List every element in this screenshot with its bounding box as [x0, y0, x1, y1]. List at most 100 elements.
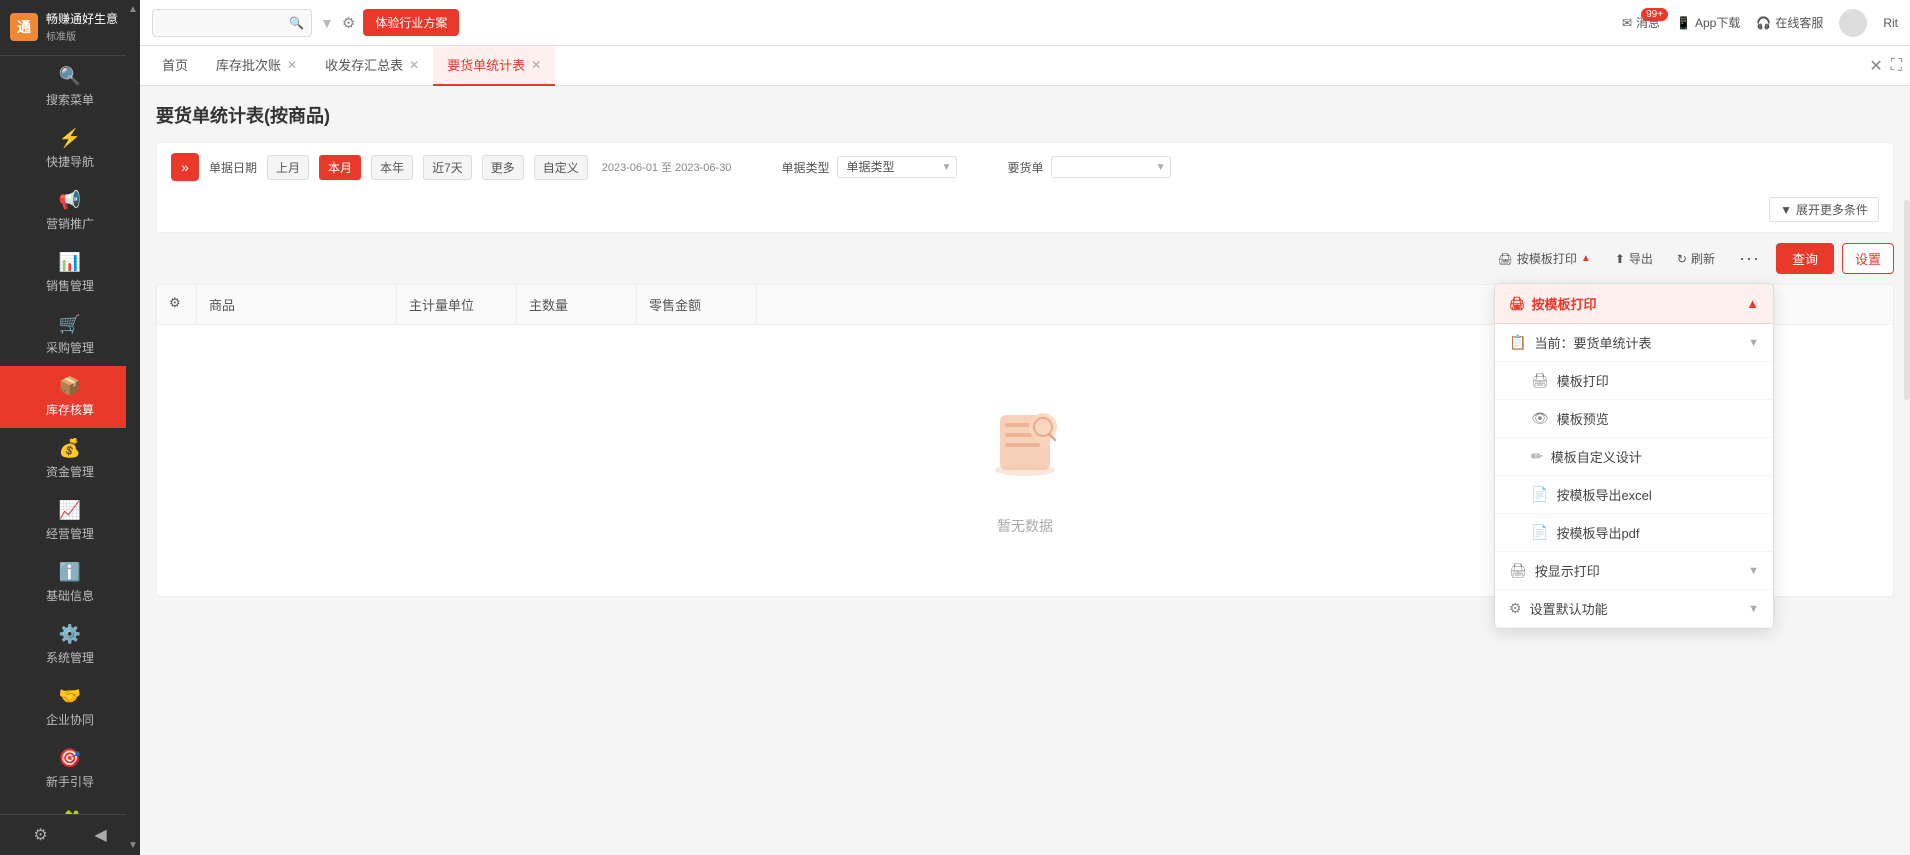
tabs-right: ✕ ⛶ — [1869, 56, 1902, 76]
dropdown-current-template[interactable]: 📋 当前：要货单统计表 ▼ — [1495, 324, 1773, 362]
th-goods: 商品 — [197, 285, 397, 324]
sidebar-item-system[interactable]: ⚙️ 系统管理 — [0, 614, 140, 676]
date-filter-label: 单据日期 — [209, 159, 257, 176]
sidebar-nav: 🔍 搜索菜单 ⚡ 快捷导航 📢 营销推广 📊 销售管理 🛒 采购管理 📦 库存核… — [0, 56, 140, 814]
th-amount: 零售金额 — [637, 285, 757, 324]
sidebar-item-label: 企业协同 — [46, 711, 94, 728]
logo-text: 畅赚通好生意 标准版 — [46, 12, 118, 43]
topbar-dropdown-icon[interactable]: ▼ — [320, 15, 334, 31]
date-7days-btn[interactable]: 近7天 — [423, 155, 472, 180]
dropdown-printer-icon: 🖨 — [1509, 296, 1526, 312]
current-chevron-icon: ▼ — [1748, 337, 1759, 349]
sidebar-item-operation[interactable]: 📈 经营管理 — [0, 490, 140, 552]
maximize-icon[interactable]: ⛶ — [1891, 57, 1902, 75]
tab-receipt-close[interactable]: ✕ — [409, 58, 419, 72]
sidebar-item-label: 搜索菜单 — [46, 91, 94, 108]
display-print-left: 🖨 按显示打印 — [1509, 561, 1600, 580]
printer-icon: 🖨 — [1498, 252, 1513, 266]
search-icon: 🔍 — [59, 66, 81, 87]
app-download-button[interactable]: 📱 App下载 — [1676, 14, 1740, 31]
tab-home[interactable]: 首页 — [148, 46, 202, 86]
date-range-text: 2023-06-01 至 2023-06-30 — [602, 159, 732, 175]
sidebar-item-marketing[interactable]: 📢 营销推广 — [0, 180, 140, 242]
dropdown-template-excel[interactable]: 📄 按模板导出excel — [1495, 476, 1773, 514]
message-button[interactable]: ✉ 消息 99+ — [1622, 14, 1660, 31]
scrollbar[interactable] — [1904, 200, 1910, 400]
dropdown-default-func[interactable]: ⚙ 设置默认功能 ▼ — [1495, 590, 1773, 628]
dropdown-template-custom[interactable]: ✏ 模板自定义设计 — [1495, 438, 1773, 476]
th-quantity: 主数量 — [517, 285, 637, 324]
template-custom-icon: ✏ — [1531, 448, 1543, 465]
collapse-icon[interactable]: ◀ — [94, 825, 106, 845]
expand-icon: ▼ — [1780, 203, 1792, 217]
gear-icon[interactable]: ⚙ — [342, 14, 355, 32]
tab-order-close[interactable]: ✕ — [531, 58, 541, 72]
tab-order-stats[interactable]: 要货单统计表 ✕ — [433, 46, 555, 86]
headset-icon: 🎧 — [1756, 16, 1771, 30]
dropdown-template-pdf[interactable]: 📄 按模板导出pdf — [1495, 514, 1773, 552]
th-settings: ⚙ — [157, 285, 197, 324]
tab-receipt-label: 收发存汇总表 — [325, 55, 403, 74]
dropdown-template-print[interactable]: 🖨 模板打印 — [1495, 362, 1773, 400]
sidebar-item-quick-nav[interactable]: ⚡ 快捷导航 — [0, 118, 140, 180]
display-print-icon: 🖨 — [1509, 562, 1527, 579]
default-func-left: ⚙ 设置默认功能 — [1509, 599, 1608, 618]
sidebar-item-enterprise[interactable]: 🤝 企业协同 — [0, 676, 140, 738]
tab-batch-account[interactable]: 库存批次账 ✕ — [202, 46, 311, 86]
date-more-btn[interactable]: 更多 — [482, 155, 524, 180]
sidebar-item-label: 库存核算 — [46, 401, 94, 418]
type-select[interactable]: 单据类型 — [837, 156, 957, 178]
service-button[interactable]: 🎧 在线客服 — [1756, 14, 1823, 31]
dropdown-template-preview[interactable]: 👁 模板预览 — [1495, 400, 1773, 438]
close-window-icon[interactable]: ✕ — [1869, 56, 1882, 76]
trial-button[interactable]: 体验行业方案 — [363, 9, 459, 36]
print-button[interactable]: 🖨 按模板打印 ▲ — [1490, 246, 1599, 271]
sidebar-item-inventory[interactable]: 📦 库存核算 — [0, 366, 140, 428]
settings-button[interactable]: 设置 — [1842, 243, 1894, 274]
date-this-month-btn[interactable]: 本月 — [319, 155, 361, 180]
date-this-year-btn[interactable]: 本年 — [371, 155, 413, 180]
sidebar-item-basic[interactable]: ℹ️ 基础信息 — [0, 552, 140, 614]
basic-icon: ℹ️ — [59, 562, 81, 583]
th-unit: 主计量单位 — [397, 285, 517, 324]
refresh-button[interactable]: ↻ 刷新 — [1669, 246, 1723, 271]
dropdown-display-print[interactable]: 🖨 按显示打印 ▼ — [1495, 552, 1773, 590]
template-excel-icon: 📄 — [1531, 486, 1548, 503]
dropdown-chevron-icon[interactable]: ▲ — [1746, 296, 1759, 311]
tab-batch-close[interactable]: ✕ — [287, 58, 297, 72]
export-icon: ⬆ — [1615, 252, 1625, 266]
marketing-icon: 📢 — [59, 190, 81, 211]
query-button[interactable]: 查询 — [1776, 243, 1834, 274]
column-settings-icon[interactable]: ⚙ — [169, 295, 181, 310]
search-input[interactable] — [152, 9, 312, 37]
expand-more-button[interactable]: ▼ 展开更多条件 — [1769, 197, 1879, 222]
sidebar-scroll-up[interactable]: ▲ — [128, 4, 138, 15]
more-options-button[interactable]: ··· — [1731, 244, 1768, 273]
print-dropdown-menu: 🖨 按模板打印 ▲ 📋 当前：要货单统计表 ▼ 🖨 模板打印 — [1494, 283, 1774, 629]
sidebar-item-label: 系统管理 — [46, 649, 94, 666]
avatar[interactable] — [1839, 9, 1867, 37]
sidebar-scroll-down[interactable]: ▼ — [128, 840, 138, 851]
sidebar-item-search[interactable]: 🔍 搜索菜单 — [0, 56, 140, 118]
enterprise-icon: 🤝 — [59, 686, 81, 707]
sidebar-item-finance[interactable]: 💰 资金管理 — [0, 428, 140, 490]
sidebar-item-guide[interactable]: 🎯 新手引导 — [0, 738, 140, 800]
phone-icon: 📱 — [1676, 16, 1691, 30]
goods-col-select[interactable] — [1051, 156, 1171, 178]
tab-receipt-summary[interactable]: 收发存汇总表 ✕ — [311, 46, 433, 86]
sidebar-item-label: 采购管理 — [46, 339, 94, 356]
filter-expand-button[interactable]: » — [171, 153, 199, 181]
date-custom-btn[interactable]: 自定义 — [534, 155, 588, 180]
sidebar-item-label: 新手引导 — [46, 773, 94, 790]
sidebar-item-sales[interactable]: 📊 销售管理 — [0, 242, 140, 304]
tab-bar: 首页 库存批次账 ✕ 收发存汇总表 ✕ 要货单统计表 ✕ ✕ ⛶ — [140, 46, 1910, 86]
sidebar-item-apps[interactable]: 🧩 应用中心 — [0, 800, 140, 814]
template-print-icon: 🖨 — [1531, 372, 1549, 389]
export-button[interactable]: ⬆ 导出 — [1607, 246, 1661, 271]
settings-bottom-icon[interactable]: ⚙ — [33, 825, 47, 845]
current-template-icon: 📋 — [1509, 334, 1526, 351]
tab-home-label: 首页 — [162, 55, 188, 74]
sidebar-item-purchase[interactable]: 🛒 采购管理 — [0, 304, 140, 366]
content-area: 要货单统计表(按商品) » 单据日期 上月 本月 本年 近7天 更多 自定义 2… — [140, 86, 1910, 855]
date-last-month-btn[interactable]: 上月 — [267, 155, 309, 180]
